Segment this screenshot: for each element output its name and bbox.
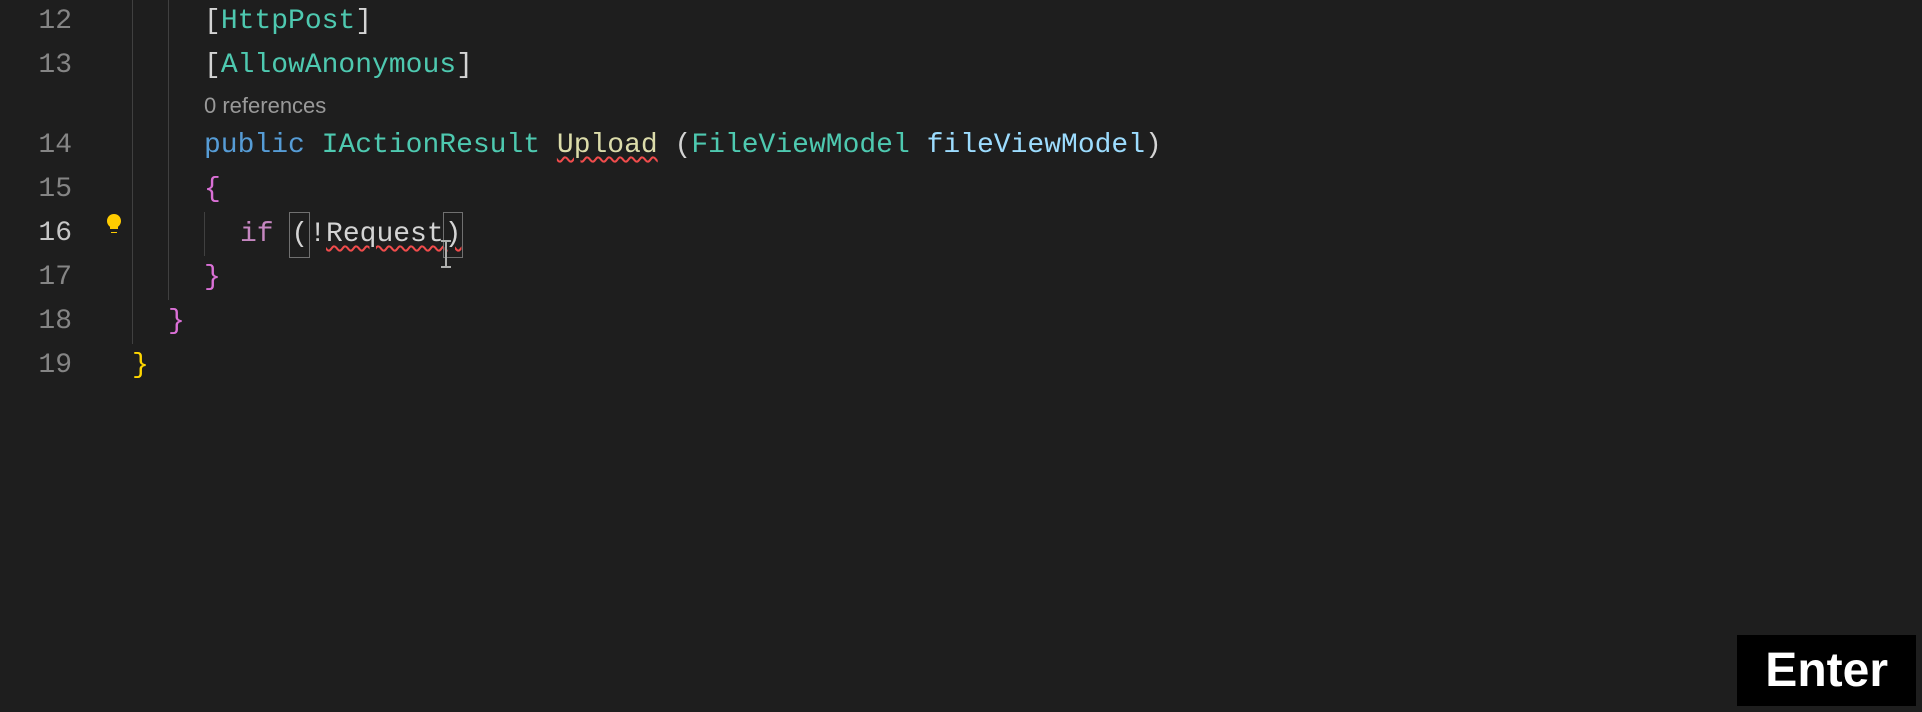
method-name: Upload: [557, 124, 658, 168]
line-number: 19: [0, 344, 96, 388]
code-line[interactable]: 13 [AllowAnonymous]: [0, 44, 1922, 88]
close-brace: }: [168, 300, 185, 344]
attr-close-bracket: ]: [456, 44, 473, 88]
open-brace: {: [204, 168, 221, 212]
identifier-request: Request: [326, 213, 444, 257]
open-paren: (: [289, 212, 310, 258]
code-line[interactable]: 12 [HttpPost]: [0, 0, 1922, 44]
operator-not: !: [309, 213, 326, 257]
attr-open-bracket: [: [204, 0, 221, 44]
close-brace: }: [132, 344, 149, 388]
keypress-overlay: Enter: [1737, 635, 1916, 706]
line-number: 12: [0, 0, 96, 44]
line-number: 17: [0, 256, 96, 300]
line-number: 18: [0, 300, 96, 344]
keyword-if: if: [240, 213, 274, 257]
line-number: 14: [0, 124, 96, 168]
attribute-name: AllowAnonymous: [221, 44, 456, 88]
codelens-row: 0 references: [0, 88, 1922, 124]
text-cursor-icon: [445, 240, 447, 268]
codelens-references[interactable]: 0 references: [204, 88, 326, 124]
code-line[interactable]: 19 }: [0, 344, 1922, 388]
keyword-public: public: [204, 124, 305, 168]
attr-close-bracket: ]: [355, 0, 372, 44]
open-paren: (: [675, 124, 692, 168]
return-type: IActionResult: [322, 124, 540, 168]
code-line-active[interactable]: 16 if (!Request): [0, 212, 1922, 256]
code-editor[interactable]: 12 [HttpPost] 13 [AllowAnonymous] 0 refe…: [0, 0, 1922, 388]
line-number: 13: [0, 44, 96, 88]
code-line[interactable]: 18 }: [0, 300, 1922, 344]
close-paren: ): [1145, 124, 1162, 168]
line-number: 16: [0, 212, 96, 256]
param-type: FileViewModel: [691, 124, 909, 168]
param-name: fileViewModel: [927, 124, 1145, 168]
close-brace: }: [204, 256, 221, 300]
attr-open-bracket: [: [204, 44, 221, 88]
glyph-margin[interactable]: [96, 212, 132, 236]
attribute-name: HttpPost: [221, 0, 355, 44]
code-line[interactable]: 15 {: [0, 168, 1922, 212]
code-line[interactable]: 14 public IActionResult Upload (FileView…: [0, 124, 1922, 168]
lightbulb-icon[interactable]: [102, 212, 126, 236]
line-number: 15: [0, 168, 96, 212]
code-line[interactable]: 17 }: [0, 256, 1922, 300]
